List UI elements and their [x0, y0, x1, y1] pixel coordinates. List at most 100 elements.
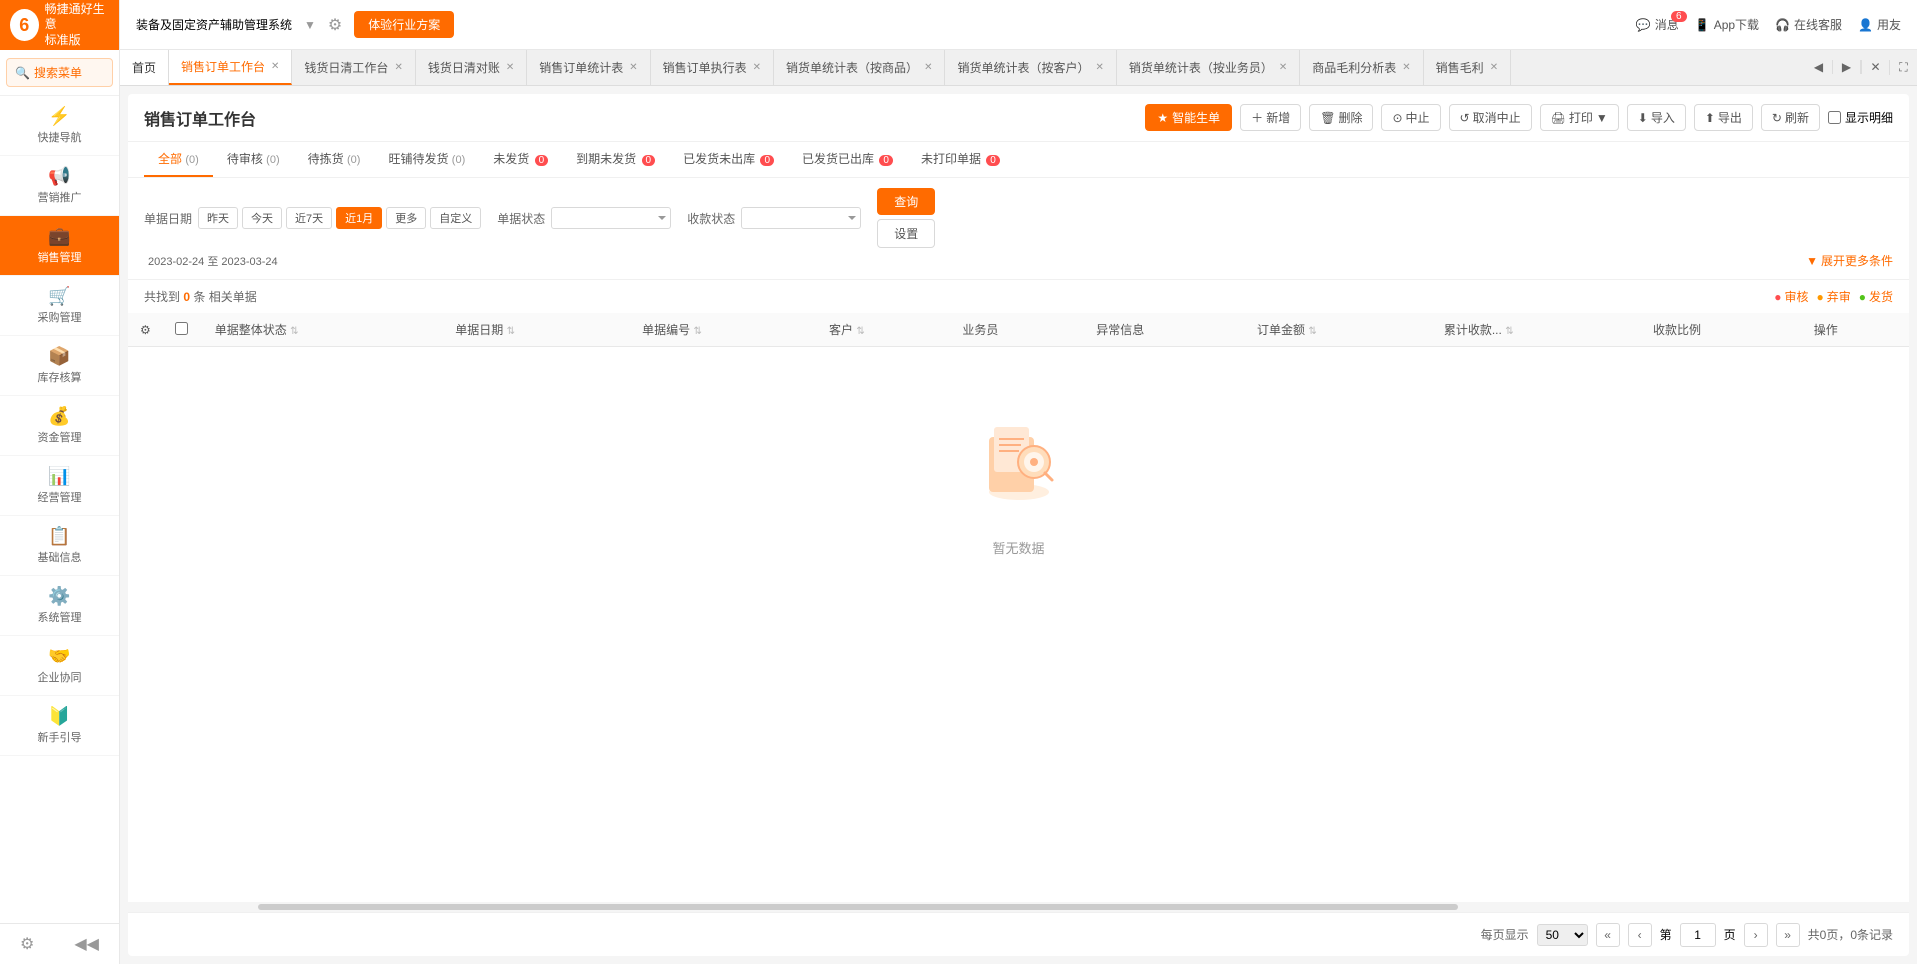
last-page-button[interactable]: »: [1776, 923, 1800, 947]
smart-generate-button[interactable]: ★ 智能生单: [1145, 104, 1232, 131]
date-1month-button[interactable]: 近1月: [336, 207, 382, 229]
cancel-review-action-button[interactable]: ● 弃审: [1816, 288, 1850, 305]
subtab-pending-inspect[interactable]: 待拣货 (0): [294, 142, 375, 177]
subtab-pending-review[interactable]: 待审核 (0): [213, 142, 294, 177]
settings-button[interactable]: 设置: [877, 219, 935, 248]
sidebar-item-finance[interactable]: 💰 资金管理: [0, 396, 119, 456]
sidebar-item-operations[interactable]: 📊 经营管理: [0, 456, 119, 516]
sidebar-item-basic[interactable]: 📋 基础信息: [0, 516, 119, 576]
sort-collected-icon[interactable]: ⇅: [1505, 326, 1513, 337]
refresh-button[interactable]: ↻ 刷新: [1761, 104, 1820, 131]
subtab-expired-not-shipped[interactable]: 到期未发货 0: [562, 142, 669, 177]
expand-filter-button[interactable]: ▼ 展开更多条件: [1806, 252, 1893, 269]
select-all-checkbox[interactable]: [175, 322, 188, 335]
subtab-all[interactable]: 全部 (0): [144, 142, 213, 177]
review-action-button[interactable]: ● 审核: [1774, 288, 1808, 305]
status-filter-select[interactable]: [551, 207, 671, 229]
tab-expand-button[interactable]: ⛶: [1889, 60, 1917, 75]
subtab-shipped-not-out[interactable]: 已发货未出库 0: [669, 142, 788, 177]
tab-home[interactable]: 首页: [120, 50, 169, 85]
tab-close-cash-reconcile[interactable]: ✕: [506, 62, 514, 73]
tab-close-sales-order-workbench[interactable]: ✕: [271, 61, 279, 72]
tab-cash-daily[interactable]: 钱货日清工作台 ✕: [292, 50, 415, 85]
tab-close-sales-order-exec[interactable]: ✕: [753, 62, 761, 73]
tab-product-margin[interactable]: 商品毛利分析表 ✕: [1300, 50, 1423, 85]
user-menu-button[interactable]: 👤 用友: [1858, 16, 1901, 33]
tab-scroll-left-button[interactable]: ◀: [1805, 60, 1833, 74]
show-detail-checkbox-area[interactable]: 显示明细: [1828, 109, 1893, 126]
page-number-input[interactable]: [1680, 923, 1716, 947]
search-menu-button[interactable]: 🔍 搜索菜单: [6, 58, 113, 87]
export-button[interactable]: ⬆ 导出: [1694, 104, 1753, 131]
print-button[interactable]: 🖨 打印 ▼: [1540, 104, 1619, 131]
tab-close-sales-order-stats[interactable]: ✕: [629, 62, 637, 73]
next-page-button[interactable]: ›: [1744, 923, 1768, 947]
horizontal-scrollbar[interactable]: [128, 902, 1909, 912]
tab-close-cash-daily[interactable]: ✕: [394, 62, 402, 73]
ship-dot: ●: [1859, 290, 1866, 304]
tab-close-sales-stats-staff[interactable]: ✕: [1279, 62, 1287, 73]
tab-close-sales-stats-product[interactable]: ✕: [924, 62, 932, 73]
cooperation-icon: 🤝: [48, 646, 70, 667]
scrollbar-thumb[interactable]: [258, 904, 1458, 910]
add-button[interactable]: ＋ 新增: [1240, 104, 1301, 131]
date-yesterday-button[interactable]: 昨天: [198, 207, 238, 229]
sidebar-item-system[interactable]: ⚙️ 系统管理: [0, 576, 119, 636]
prev-page-button[interactable]: ‹: [1628, 923, 1652, 947]
query-button[interactable]: 查询: [877, 188, 935, 215]
stop-button[interactable]: ⊙ 中止: [1381, 104, 1440, 131]
sidebar-logo[interactable]: 6 畅捷通好生意 标准版: [0, 0, 119, 50]
tab-sales-more[interactable]: 销售毛利 ✕: [1424, 50, 1511, 85]
sidebar-item-cooperation[interactable]: 🤝 企业协同: [0, 636, 119, 696]
solution-button[interactable]: 体验行业方案: [354, 11, 454, 38]
sidebar-collapse-button[interactable]: ◀◀: [74, 934, 99, 954]
message-button[interactable]: 💬 消息 6: [1636, 16, 1679, 33]
sort-customer-icon[interactable]: ⇅: [856, 326, 864, 337]
online-service-button[interactable]: 🎧 在线客服: [1775, 16, 1842, 33]
date-today-button[interactable]: 今天: [242, 207, 282, 229]
sidebar-item-guide[interactable]: 🔰 新手引导: [0, 696, 119, 756]
sidebar-item-quick-nav[interactable]: ⚡ 快捷导航: [0, 96, 119, 156]
tab-sales-stats-product[interactable]: 销货单统计表（按商品） ✕: [774, 50, 945, 85]
sidebar-item-sales[interactable]: 💼 销售管理: [0, 216, 119, 276]
sort-date-icon[interactable]: ⇅: [507, 326, 515, 337]
ship-action-button[interactable]: ● 发货: [1859, 288, 1893, 305]
operations-icon: 📊: [48, 466, 70, 487]
delete-button[interactable]: 🗑 删除: [1309, 104, 1373, 131]
tab-sales-stats-customer[interactable]: 销货单统计表（按客户） ✕: [945, 50, 1116, 85]
tab-sales-stats-staff[interactable]: 销货单统计表（按业务员） ✕: [1117, 50, 1300, 85]
subtab-not-printed[interactable]: 未打印单据 0: [907, 142, 1014, 177]
show-detail-checkbox[interactable]: [1828, 111, 1841, 124]
tab-close-sales-more[interactable]: ✕: [1490, 62, 1498, 73]
sort-status-icon[interactable]: ⇅: [290, 326, 298, 337]
first-page-button[interactable]: «: [1596, 923, 1620, 947]
tab-cash-reconcile[interactable]: 钱货日清对账 ✕: [416, 50, 527, 85]
tab-close-product-margin[interactable]: ✕: [1402, 62, 1410, 73]
import-button[interactable]: ⬇ 导入: [1627, 104, 1686, 131]
payment-filter-select[interactable]: [741, 207, 861, 229]
tab-sales-order-stats[interactable]: 销售订单统计表 ✕: [527, 50, 650, 85]
sidebar-item-marketing[interactable]: 📢 营销推广: [0, 156, 119, 216]
tab-scroll-right-button[interactable]: ▶: [1833, 60, 1861, 74]
subtab-shipped-out[interactable]: 已发货已出库 0: [788, 142, 907, 177]
subtab-not-shipped[interactable]: 未发货 0: [479, 142, 562, 177]
sort-number-icon[interactable]: ⇅: [693, 326, 701, 337]
page-size-select[interactable]: 50 20 100: [1537, 924, 1588, 946]
settings-icon[interactable]: ⚙: [328, 15, 342, 35]
date-more-button[interactable]: 更多: [386, 207, 426, 229]
tab-close-all-button[interactable]: ✕: [1861, 60, 1889, 74]
review-dot: ●: [1774, 290, 1781, 304]
tab-close-sales-stats-customer[interactable]: ✕: [1095, 62, 1103, 73]
sidebar-item-inventory[interactable]: 📦 库存核算: [0, 336, 119, 396]
date-custom-button[interactable]: 自定义: [430, 207, 481, 229]
settings-col-icon[interactable]: ⚙: [140, 323, 151, 337]
app-download-button[interactable]: 📱 App下载: [1695, 16, 1759, 33]
subtab-wangpu-pending[interactable]: 旺铺待发货 (0): [374, 142, 479, 177]
date-7days-button[interactable]: 近7天: [286, 207, 332, 229]
sidebar-item-purchase[interactable]: 🛒 采购管理: [0, 276, 119, 336]
tab-sales-order-exec[interactable]: 销售订单执行表 ✕: [651, 50, 774, 85]
cancel-stop-button[interactable]: ↺ 取消中止: [1449, 104, 1532, 131]
tab-sales-order-workbench[interactable]: 销售订单工作台 ✕: [169, 50, 292, 85]
sort-amount-icon[interactable]: ⇅: [1308, 326, 1316, 337]
sidebar-settings-button[interactable]: ⚙: [20, 934, 34, 954]
